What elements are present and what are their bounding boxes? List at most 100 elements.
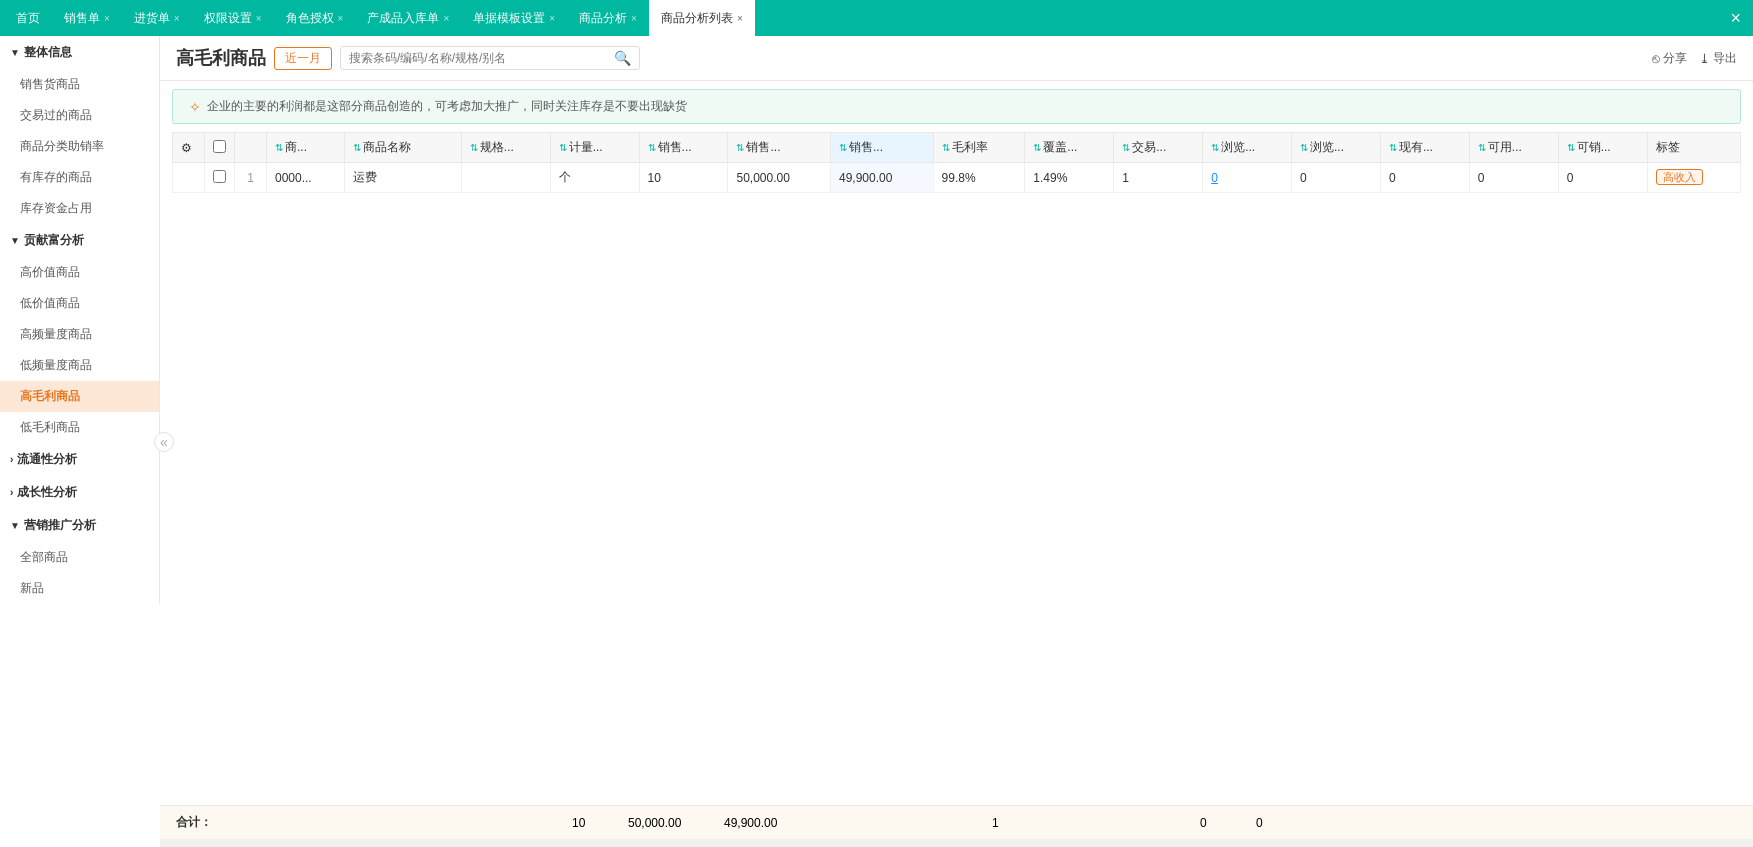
- content-area: 高毛利商品 近一月 🔍 ⎋ 分享 ⤓ 导出 ✧ 企业的主要的利润都是这部分商品创…: [160, 36, 1753, 847]
- sort-icon-browse2: ⇅: [1300, 142, 1308, 153]
- col-browse2[interactable]: ⇅ 浏览...: [1292, 133, 1381, 163]
- col-spec[interactable]: ⇅ 规格...: [461, 133, 550, 163]
- col-name[interactable]: ⇅ 商品名称: [345, 133, 462, 163]
- sidebar-item-low-value[interactable]: 低价值商品: [0, 288, 159, 319]
- col-unit[interactable]: ⇅ 计量...: [550, 133, 639, 163]
- sidebar-item-inventory-goods[interactable]: 有库存的商品: [0, 162, 159, 193]
- sidebar-item-inventory-capital[interactable]: 库存资金占用: [0, 193, 159, 224]
- cell-browse1[interactable]: 0: [1203, 163, 1292, 193]
- table-header-row: ⚙ ⇅ 商...: [173, 133, 1741, 163]
- col-trade[interactable]: ⇅ 交易...: [1114, 133, 1203, 163]
- tab-product-entry-close[interactable]: ×: [443, 13, 449, 24]
- sidebar-item-new-goods[interactable]: 新品: [0, 573, 159, 604]
- footer-amount2: 49,900.00: [724, 816, 804, 830]
- col-settings[interactable]: ⚙: [173, 133, 205, 163]
- tab-purchase-label: 进货单: [134, 10, 170, 27]
- tab-template-settings[interactable]: 单据模板设置 ×: [461, 0, 567, 36]
- flow-label: 流通性分析: [17, 451, 77, 468]
- cell-spec: [461, 163, 550, 193]
- tab-product-entry[interactable]: 产成品入库单 ×: [355, 0, 461, 36]
- col-available[interactable]: ⇅ 可用...: [1469, 133, 1558, 163]
- table-wrapper[interactable]: ⚙ ⇅ 商...: [160, 132, 1753, 805]
- tab-product-analysis-list-label: 商品分析列表: [661, 10, 733, 27]
- footer-trade: 1: [992, 816, 1032, 830]
- table-row: 1 0000... 运费 个: [173, 163, 1741, 193]
- col-code-label: 商...: [285, 139, 307, 156]
- col-coverage[interactable]: ⇅ 覆盖...: [1025, 133, 1114, 163]
- tab-product-analysis-list-close[interactable]: ×: [737, 13, 743, 24]
- sidebar-group-flow[interactable]: › 流通性分析: [0, 443, 159, 476]
- sidebar-group-growth[interactable]: › 成长性分析: [0, 476, 159, 509]
- sidebar-item-high-freq[interactable]: 高频量度商品: [0, 319, 159, 350]
- bottom-scrollbar[interactable]: [160, 839, 1753, 847]
- search-icon[interactable]: 🔍: [614, 50, 631, 66]
- sidebar-item-low-freq[interactable]: 低频量度商品: [0, 350, 159, 381]
- col-checkbox[interactable]: [205, 133, 235, 163]
- col-current[interactable]: ⇅ 现有...: [1380, 133, 1469, 163]
- share-btn[interactable]: ⎋ 分享: [1652, 50, 1687, 67]
- cell-checkbox[interactable]: [205, 163, 235, 193]
- col-code[interactable]: ⇅ 商...: [267, 133, 345, 163]
- tab-purchase-order[interactable]: 进货单 ×: [122, 0, 192, 36]
- search-box: 🔍: [340, 46, 640, 70]
- window-close-btn[interactable]: ×: [1730, 8, 1741, 28]
- tab-sales-close[interactable]: ×: [104, 13, 110, 24]
- sidebar-item-high-margin[interactable]: 高毛利商品: [0, 381, 159, 412]
- col-current-label: 现有...: [1399, 139, 1433, 156]
- tab-sales-order[interactable]: 销售单 ×: [52, 0, 122, 36]
- col-sales-amount1[interactable]: ⇅ 销售...: [728, 133, 831, 163]
- sort-icon-amount2: ⇅: [839, 142, 847, 153]
- sidebar-item-all-goods[interactable]: 全部商品: [0, 542, 159, 573]
- tab-product-analysis-list[interactable]: 商品分析列表 ×: [649, 0, 755, 36]
- sort-icon-browse1: ⇅: [1211, 142, 1219, 153]
- footer-current: 0: [1200, 816, 1240, 830]
- sidebar-item-sales-goods[interactable]: 销售货商品: [0, 69, 159, 100]
- col-amount2-label: 销售...: [849, 139, 883, 156]
- sidebar-collapse-btn[interactable]: «: [154, 432, 174, 452]
- content-header: 高毛利商品 近一月 🔍 ⎋ 分享 ⤓ 导出: [160, 36, 1753, 81]
- sidebar-item-high-value[interactable]: 高价值商品: [0, 257, 159, 288]
- col-sales-amount2[interactable]: ⇅ 销售...: [831, 133, 934, 163]
- cell-tag: 高收入: [1647, 163, 1740, 193]
- settings-icon[interactable]: ⚙: [181, 141, 192, 155]
- export-btn[interactable]: ⤓ 导出: [1699, 50, 1737, 67]
- overall-label: 整体信息: [24, 44, 72, 61]
- sort-icon-unit: ⇅: [559, 142, 567, 153]
- export-label: 导出: [1713, 50, 1737, 67]
- col-amount1-label: 销售...: [746, 139, 780, 156]
- select-all-checkbox[interactable]: [213, 140, 226, 153]
- sidebar-item-goods-assist-rate[interactable]: 商品分类助销率: [0, 131, 159, 162]
- tab-template-close[interactable]: ×: [549, 13, 555, 24]
- col-sales-qty[interactable]: ⇅ 销售...: [639, 133, 728, 163]
- tab-role-close[interactable]: ×: [338, 13, 344, 24]
- row-checkbox[interactable]: [213, 170, 226, 183]
- col-trade-label: 交易...: [1132, 139, 1166, 156]
- col-tag-label: 标签: [1656, 140, 1680, 154]
- tab-home[interactable]: 首页: [4, 0, 52, 36]
- sort-icon-trade: ⇅: [1122, 142, 1130, 153]
- sidebar-group-wealth[interactable]: ▼ 贡献富分析: [0, 224, 159, 257]
- col-browse1[interactable]: ⇅ 浏览...: [1203, 133, 1292, 163]
- tab-product-analysis-close[interactable]: ×: [631, 13, 637, 24]
- tab-role-auth[interactable]: 角色授权 ×: [274, 0, 356, 36]
- filter-month-btn[interactable]: 近一月: [274, 47, 332, 70]
- tab-purchase-close[interactable]: ×: [174, 13, 180, 24]
- sidebar-group-marketing[interactable]: ▼ 营销推广分析: [0, 509, 159, 542]
- share-icon: ⎋: [1652, 51, 1660, 66]
- search-input[interactable]: [349, 51, 610, 65]
- col-margin-rate[interactable]: ⇅ 毛利率: [933, 133, 1025, 163]
- tab-permissions[interactable]: 权限设置 ×: [192, 0, 274, 36]
- tab-permissions-close[interactable]: ×: [256, 13, 262, 24]
- nav-right: ×: [1730, 8, 1749, 29]
- tab-product-analysis[interactable]: 商品分析 ×: [567, 0, 649, 36]
- sort-icon-amount1: ⇅: [736, 142, 744, 153]
- sidebar-item-traded-goods[interactable]: 交易过的商品: [0, 100, 159, 131]
- col-sales-qty-label: 销售...: [658, 139, 692, 156]
- col-sellable[interactable]: ⇅ 可销...: [1558, 133, 1647, 163]
- sort-icon-margin: ⇅: [942, 142, 950, 153]
- data-table: ⚙ ⇅ 商...: [172, 132, 1741, 193]
- sidebar-group-overall[interactable]: ▼ 整体信息: [0, 36, 159, 69]
- sidebar-item-low-margin[interactable]: 低毛利商品: [0, 412, 159, 443]
- cell-available: 0: [1469, 163, 1558, 193]
- col-unit-label: 计量...: [569, 139, 603, 156]
